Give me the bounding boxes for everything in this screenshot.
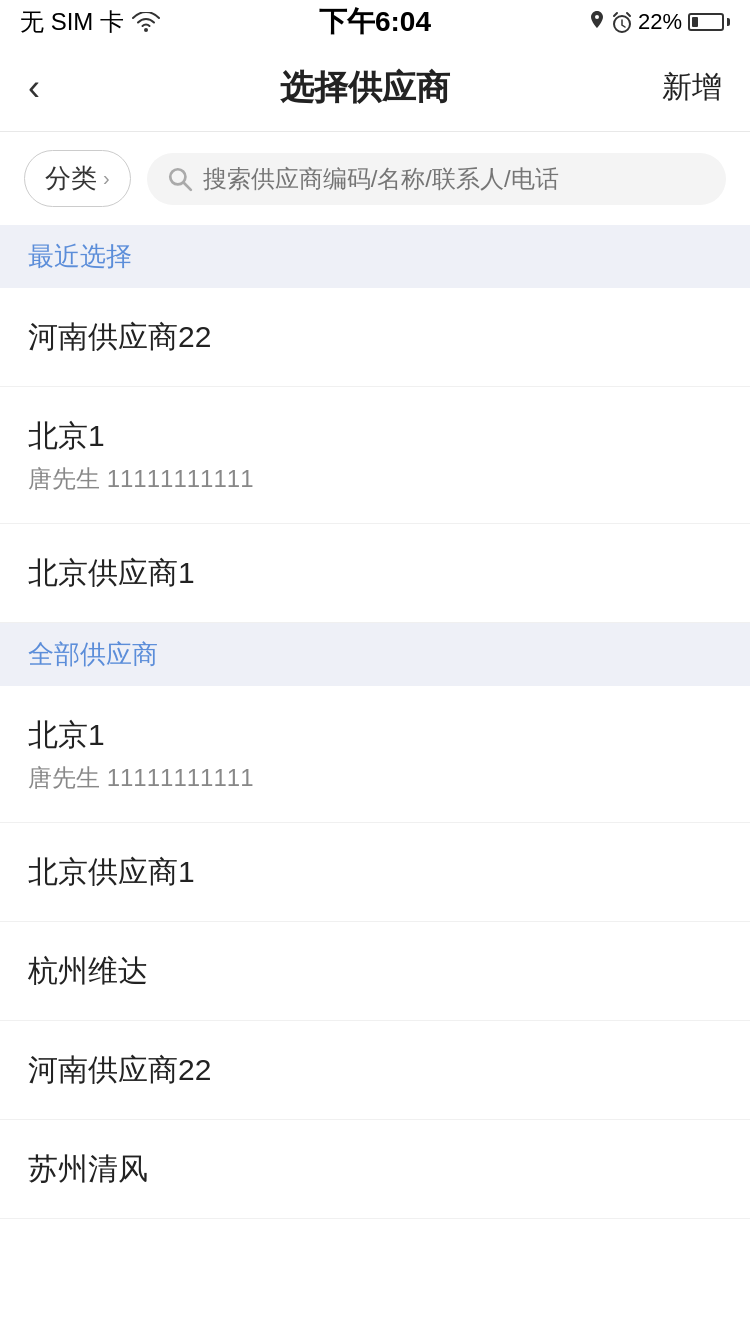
recent-section-header: 最近选择	[0, 225, 750, 288]
page-title: 选择供应商	[88, 65, 642, 111]
list-item[interactable]: 河南供应商22	[0, 288, 750, 387]
add-button[interactable]: 新增	[642, 67, 722, 108]
search-box	[147, 153, 726, 205]
filter-bar: 分类 ›	[0, 132, 750, 225]
list-item[interactable]: 河南供应商22	[0, 1021, 750, 1120]
item-name: 北京1	[28, 415, 722, 457]
item-name: 北京1	[28, 714, 722, 756]
category-filter-button[interactable]: 分类 ›	[24, 150, 131, 207]
list-item[interactable]: 北京供应商1	[0, 823, 750, 922]
search-input[interactable]	[203, 165, 706, 193]
chevron-right-icon: ›	[103, 167, 110, 190]
item-sub: 唐先生 11111111111	[28, 762, 722, 794]
status-time: 下午6:04	[319, 3, 431, 41]
all-list: 北京1 唐先生 11111111111 北京供应商1 杭州维达河南供应商22 苏州清风	[0, 686, 750, 1219]
list-item[interactable]: 北京供应商1	[0, 524, 750, 623]
item-name: 河南供应商22	[28, 316, 722, 358]
item-name: 北京供应商1	[28, 552, 722, 594]
list-item[interactable]: 苏州清风	[0, 1120, 750, 1219]
category-label: 分类	[45, 161, 97, 196]
list-item[interactable]: 北京1 唐先生 11111111111	[0, 387, 750, 524]
nav-bar: ‹ 选择供应商 新增	[0, 44, 750, 132]
item-name: 杭州维达	[28, 950, 722, 992]
list-item[interactable]: 杭州维达	[0, 922, 750, 1021]
back-button[interactable]: ‹	[28, 67, 88, 109]
list-item[interactable]: 北京1 唐先生 11111111111	[0, 686, 750, 823]
no-sim-text: 无 SIM 卡	[20, 6, 124, 38]
battery-percentage: 22%	[638, 9, 682, 35]
location-icon	[588, 11, 606, 33]
item-sub: 唐先生 11111111111	[28, 463, 722, 495]
status-right: 22%	[588, 9, 730, 35]
status-left: 无 SIM 卡	[20, 6, 160, 38]
wifi-icon	[132, 12, 160, 32]
all-section-label: 全部供应商	[28, 639, 158, 669]
status-bar: 无 SIM 卡 下午6:04 22%	[0, 0, 750, 44]
recent-section-label: 最近选择	[28, 241, 132, 271]
recent-list: 河南供应商22 北京1 唐先生 11111111111 北京供应商1	[0, 288, 750, 623]
item-name: 河南供应商22	[28, 1049, 722, 1091]
item-name: 北京供应商1	[28, 851, 722, 893]
search-icon	[167, 166, 193, 192]
alarm-icon	[612, 11, 632, 33]
battery-indicator	[688, 13, 730, 31]
svg-line-2	[183, 182, 190, 189]
item-name: 苏州清风	[28, 1148, 722, 1190]
all-section-header: 全部供应商	[0, 623, 750, 686]
